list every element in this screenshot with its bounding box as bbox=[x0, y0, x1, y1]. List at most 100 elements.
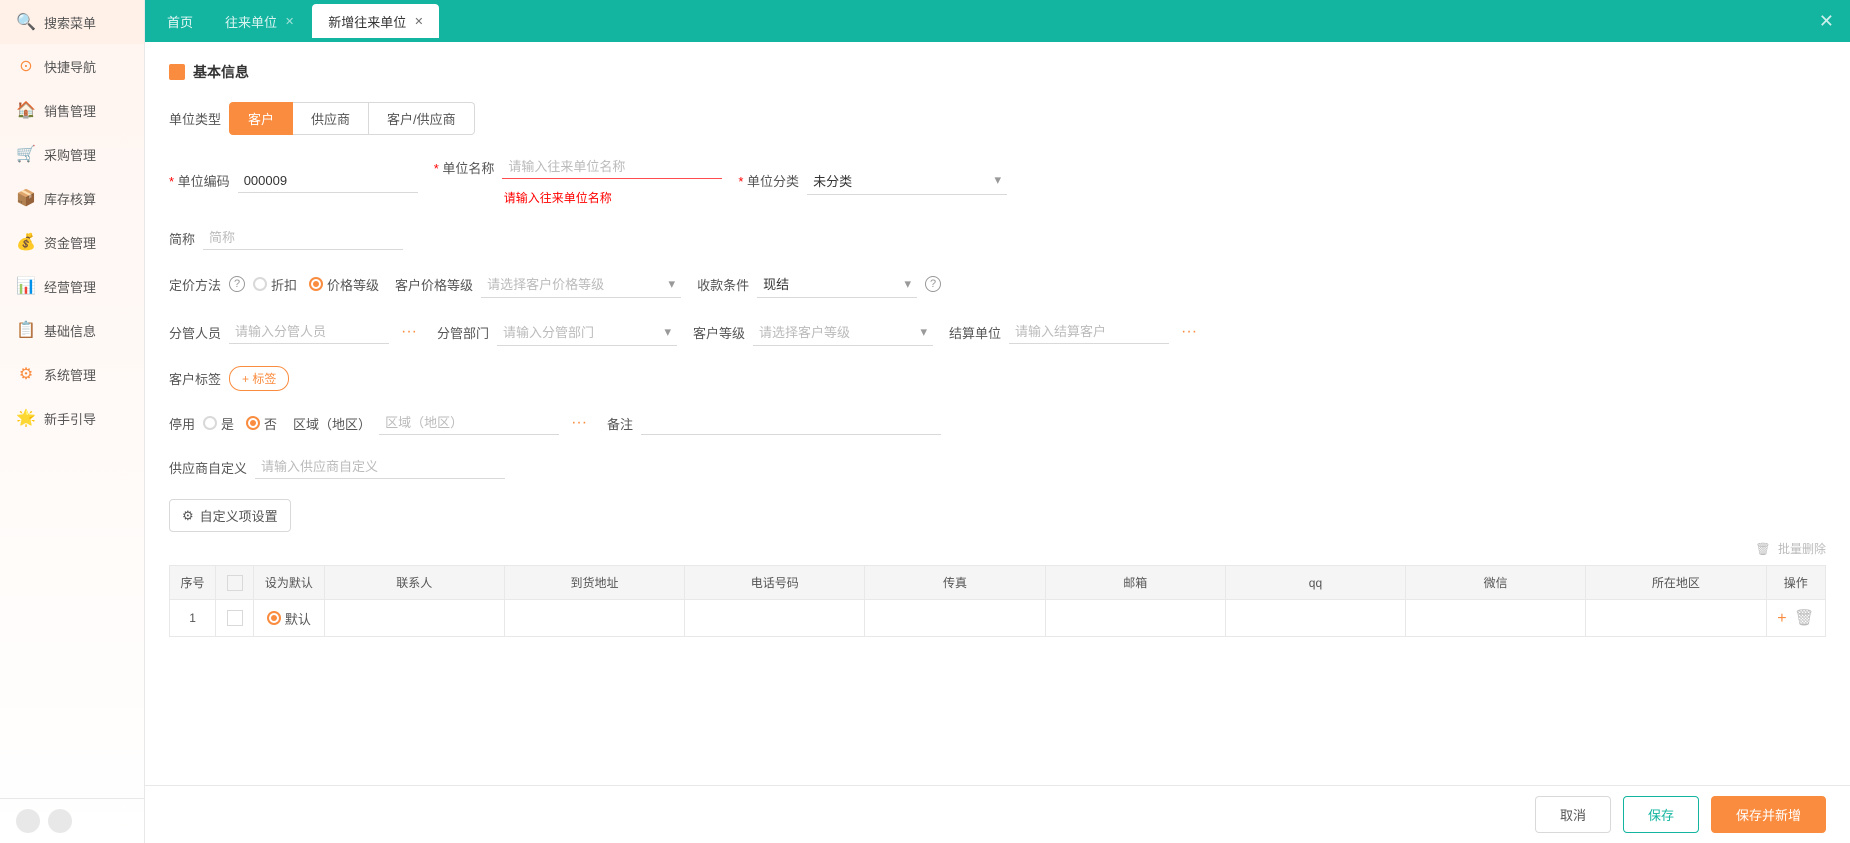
batch-delete-label[interactable]: 批量删除 bbox=[1778, 542, 1826, 556]
payment-help-icon[interactable]: ? bbox=[925, 276, 941, 292]
notification-icon bbox=[48, 809, 72, 833]
basic-icon: 📋 bbox=[16, 320, 36, 340]
tab-partners[interactable]: 往来单位 ✕ bbox=[209, 4, 310, 38]
pricing-radio-level[interactable]: 价格等级 bbox=[309, 275, 379, 294]
row-location[interactable] bbox=[1586, 600, 1766, 637]
row-qq-input[interactable] bbox=[1236, 611, 1395, 625]
pricing-label: 定价方法 bbox=[169, 275, 221, 294]
row-address[interactable] bbox=[504, 600, 684, 637]
select-all-checkbox[interactable] bbox=[227, 575, 243, 591]
abbr-input[interactable] bbox=[203, 226, 403, 250]
row-fax-input[interactable] bbox=[875, 611, 1034, 625]
abbr-label: 简称 bbox=[169, 229, 195, 248]
unit-name-error: 请输入往来单位名称 bbox=[504, 189, 612, 206]
sidebar-item-newbie[interactable]: 🌟 新手引导 bbox=[0, 396, 144, 440]
tab-bar: 首页 往来单位 ✕ 新增往来单位 ✕ ✕ bbox=[145, 0, 1850, 42]
dept-placeholder: 请输入分管部门 bbox=[503, 322, 594, 341]
sidebar-label-purchase: 采购管理 bbox=[44, 145, 96, 164]
unit-name-label: 单位名称 bbox=[434, 158, 495, 177]
unit-code-input[interactable] bbox=[238, 169, 418, 193]
tab-new-partner-close[interactable]: ✕ bbox=[414, 15, 423, 28]
sidebar-item-operation[interactable]: 📊 经营管理 bbox=[0, 264, 144, 308]
sidebar-item-search[interactable]: 🔍 搜索菜单 bbox=[0, 0, 144, 44]
sidebar-item-shortcut[interactable]: ⊙ 快捷导航 bbox=[0, 44, 144, 88]
customer-level-select[interactable]: 请选择客户等级 ▾ bbox=[753, 318, 933, 346]
row-wechat[interactable] bbox=[1406, 600, 1586, 637]
sidebar-label-search: 搜索菜单 bbox=[44, 13, 96, 32]
add-tag-button[interactable]: + 标签 bbox=[229, 366, 289, 391]
row-default-circle bbox=[267, 611, 281, 625]
settlement-input[interactable] bbox=[1009, 320, 1169, 344]
unit-type-row: 单位类型 客户 供应商 客户/供应商 bbox=[169, 102, 1826, 135]
row-email[interactable] bbox=[1045, 600, 1225, 637]
price-level-placeholder: 请选择客户价格等级 bbox=[487, 274, 604, 293]
inventory-icon: 📦 bbox=[16, 188, 36, 208]
row-default-radio[interactable]: 默认 bbox=[264, 609, 314, 628]
row-wechat-input[interactable] bbox=[1416, 611, 1575, 625]
col-phone: 电话号码 bbox=[685, 566, 865, 600]
pricing-radio-discount[interactable]: 折扣 bbox=[253, 275, 297, 294]
row-address-input[interactable] bbox=[515, 611, 674, 625]
sidebar-item-system[interactable]: ⚙ 系统管理 bbox=[0, 352, 144, 396]
row-delete-icon[interactable]: 🗑 bbox=[1794, 610, 1814, 627]
sidebar-item-basic[interactable]: 📋 基础信息 bbox=[0, 308, 144, 352]
payment-select[interactable]: 现结 ▾ bbox=[757, 270, 917, 298]
supplier-custom-input[interactable] bbox=[255, 455, 505, 479]
region-input[interactable] bbox=[379, 411, 559, 435]
price-level-select[interactable]: 请选择客户价格等级 ▾ bbox=[481, 270, 681, 298]
sidebar-label-shortcut: 快捷导航 bbox=[44, 57, 96, 76]
tab-home[interactable]: 首页 bbox=[153, 4, 207, 38]
row-qq[interactable] bbox=[1225, 600, 1405, 637]
pricing-help-icon[interactable]: ? bbox=[229, 276, 245, 292]
pricing-row: 定价方法 ? 折扣 价格等级 客户价格等级 请选择客户价格等级 bbox=[169, 270, 1826, 298]
sidebar-item-finance[interactable]: 💰 资金管理 bbox=[0, 220, 144, 264]
col-fax: 传真 bbox=[865, 566, 1045, 600]
section-icon bbox=[169, 64, 185, 80]
remarks-input[interactable] bbox=[641, 411, 941, 435]
tab-partners-close[interactable]: ✕ bbox=[285, 15, 294, 28]
table-row: 1 默认 bbox=[170, 600, 1826, 637]
unit-category-select[interactable]: 未分类 ▾ bbox=[807, 167, 1007, 195]
unit-name-input[interactable] bbox=[502, 155, 722, 179]
disabled-yes[interactable]: 是 bbox=[203, 414, 234, 433]
tab-bar-close-all[interactable]: ✕ bbox=[1811, 11, 1842, 32]
finance-icon: 💰 bbox=[16, 232, 36, 252]
row-add-icon[interactable]: + bbox=[1777, 610, 1786, 627]
code-name-category-row: 单位编码 单位名称 请输入往来单位名称 单位分类 未分类 ▾ bbox=[169, 155, 1826, 206]
region-more-icon[interactable]: ··· bbox=[567, 414, 591, 432]
row-fax[interactable] bbox=[865, 600, 1045, 637]
tag-row: 客户标签 + 标签 bbox=[169, 366, 1826, 391]
dept-select[interactable]: 请输入分管部门 ▾ bbox=[497, 318, 677, 346]
settlement-more-icon[interactable]: ··· bbox=[1177, 323, 1201, 341]
row-location-input[interactable] bbox=[1596, 611, 1755, 625]
save-new-button[interactable]: 保存并新增 bbox=[1711, 796, 1826, 833]
dept-label: 分管部门 bbox=[437, 323, 489, 342]
sidebar-item-sales[interactable]: 🏠 销售管理 bbox=[0, 88, 144, 132]
sidebar-item-inventory[interactable]: 📦 库存核算 bbox=[0, 176, 144, 220]
disabled-no-circle bbox=[246, 416, 260, 430]
type-btn-supplier[interactable]: 供应商 bbox=[293, 102, 369, 135]
row-checkbox-input[interactable] bbox=[227, 610, 243, 626]
type-btn-customer[interactable]: 客户 bbox=[229, 102, 293, 135]
type-btn-both[interactable]: 客户/供应商 bbox=[369, 102, 475, 135]
row-contact[interactable] bbox=[324, 600, 504, 637]
row-phone[interactable] bbox=[685, 600, 865, 637]
row-email-input[interactable] bbox=[1056, 611, 1215, 625]
row-contact-input[interactable] bbox=[335, 611, 494, 625]
row-phone-input[interactable] bbox=[695, 611, 854, 625]
manager-more-icon[interactable]: ··· bbox=[397, 323, 421, 341]
disabled-yes-label: 是 bbox=[221, 414, 234, 433]
abbr-row: 简称 bbox=[169, 226, 1826, 250]
tab-new-partner-label: 新增往来单位 bbox=[328, 12, 406, 31]
custom-settings-button[interactable]: ⚙ 自定义项设置 bbox=[169, 499, 291, 532]
unit-code-field: 单位编码 bbox=[169, 169, 418, 193]
sidebar-item-purchase[interactable]: 🛒 采购管理 bbox=[0, 132, 144, 176]
payment-value: 现结 bbox=[763, 274, 789, 293]
customer-level-placeholder: 请选择客户等级 bbox=[759, 322, 850, 341]
save-button[interactable]: 保存 bbox=[1623, 796, 1699, 833]
cancel-button[interactable]: 取消 bbox=[1535, 796, 1611, 833]
tab-new-partner[interactable]: 新增往来单位 ✕ bbox=[312, 4, 439, 38]
manager-input[interactable] bbox=[229, 320, 389, 344]
disabled-no[interactable]: 否 bbox=[246, 414, 277, 433]
manager-label: 分管人员 bbox=[169, 323, 221, 342]
